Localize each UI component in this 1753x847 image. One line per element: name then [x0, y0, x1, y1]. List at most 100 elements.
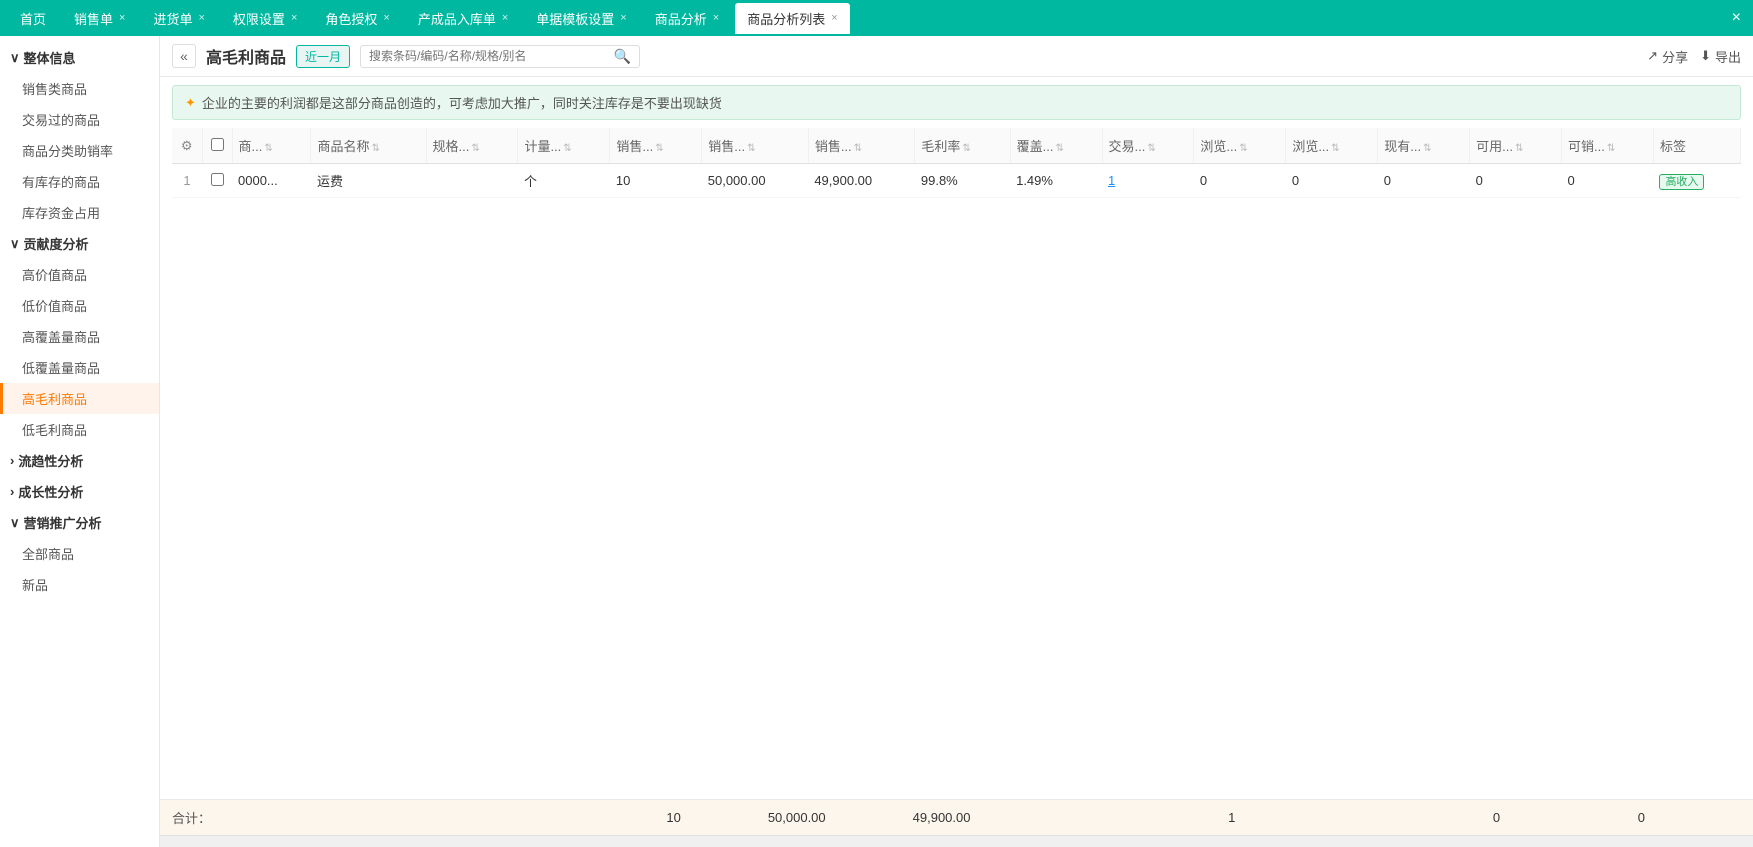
nav-tab-analysis[interactable]: 商品分析 × — [643, 3, 731, 34]
col-unit[interactable]: 计量...⇅ — [518, 128, 610, 164]
nav-tab-label: 商品分析列表 — [747, 9, 825, 28]
nav-tab-label: 首页 — [20, 9, 46, 28]
nav-tab-home[interactable]: 首页 — [8, 3, 58, 34]
sidebar-item-high-coverage[interactable]: 高覆盖量商品 — [0, 321, 159, 352]
row-current-stock: 0 — [1378, 164, 1470, 198]
table-header-row: ⚙ 商...⇅ 商品名称⇅ 规格...⇅ 计量...⇅ 销售...⇅ 销售...… — [172, 128, 1741, 164]
col-code[interactable]: 商...⇅ — [232, 128, 311, 164]
sidebar-group-growth[interactable]: › 成长性分析 — [0, 476, 159, 507]
search-icon[interactable]: 🔍 — [614, 48, 631, 65]
nav-tab-label: 商品分析 — [655, 9, 707, 28]
footer-sales-qty: 10 — [552, 810, 697, 825]
nav-tab-close[interactable]: × — [198, 12, 204, 24]
sidebar-item-high-margin[interactable]: 高毛利商品 — [0, 383, 159, 414]
col-spec[interactable]: 规格...⇅ — [426, 128, 518, 164]
nav-tab-close[interactable]: × — [291, 12, 297, 24]
collapse-sidebar-button[interactable]: « — [172, 44, 196, 68]
sidebar-item-new-goods[interactable]: 新品 — [0, 569, 159, 600]
sidebar-group-contribution[interactable]: ∨ 贡献度分析 — [0, 228, 159, 259]
col-transaction[interactable]: 交易...⇅ — [1102, 128, 1194, 164]
row-browse1: 0 — [1194, 164, 1286, 198]
sidebar: ∨ 整体信息 销售类商品 交易过的商品 商品分类助销率 有库存的商品 库存资金占… — [0, 36, 160, 847]
sidebar-item-all-goods[interactable]: 全部商品 — [0, 538, 159, 569]
sidebar-item-high-value[interactable]: 高价值商品 — [0, 259, 159, 290]
col-browse1[interactable]: 浏览...⇅ — [1194, 128, 1286, 164]
sort-icon: ⇅ — [372, 143, 380, 154]
search-box: 🔍 — [360, 45, 640, 68]
footer-label: 合计： — [172, 808, 252, 827]
nav-tab-role[interactable]: 角色授权 × — [313, 3, 401, 34]
row-checkbox[interactable] — [211, 173, 224, 186]
content-area: « 高毛利商品 近一月 🔍 ↗ 分享 ⬇ 导出 ✦ 企业的主要的利润都是这部 — [160, 36, 1753, 847]
sidebar-item-sales-goods[interactable]: 销售类商品 — [0, 73, 159, 104]
sidebar-item-low-margin[interactable]: 低毛利商品 — [0, 414, 159, 445]
col-current-stock[interactable]: 现有...⇅ — [1378, 128, 1470, 164]
sidebar-group-overview[interactable]: ∨ 整体信息 — [0, 42, 159, 73]
chevron-down-icon: ∨ — [10, 50, 20, 66]
col-sales-qty[interactable]: 销售...⇅ — [610, 128, 702, 164]
sidebar-item-stocked-goods[interactable]: 有库存的商品 — [0, 166, 159, 197]
col-sales-cost[interactable]: 销售...⇅ — [808, 128, 915, 164]
share-label: 分享 — [1662, 47, 1688, 66]
col-available[interactable]: 可用...⇅ — [1470, 128, 1562, 164]
nav-tab-sales[interactable]: 销售单 × — [62, 3, 137, 34]
col-name[interactable]: 商品名称⇅ — [311, 128, 426, 164]
horizontal-scrollbar[interactable] — [160, 835, 1753, 847]
sidebar-item-traded-goods[interactable]: 交易过的商品 — [0, 104, 159, 135]
sidebar-group-marketing[interactable]: ∨ 营销推广分析 — [0, 507, 159, 538]
sidebar-item-label: 低覆盖量商品 — [22, 361, 100, 376]
chevron-right-icon: › — [10, 453, 14, 468]
col-sellable[interactable]: 可销...⇅ — [1562, 128, 1654, 164]
col-sales-amt[interactable]: 销售...⇅ — [702, 128, 809, 164]
nav-tab-template[interactable]: 单据模板设置 × — [524, 3, 638, 34]
nav-tab-close[interactable]: × — [502, 12, 508, 24]
sidebar-group-label: 成长性分析 — [18, 482, 83, 501]
period-filter-button[interactable]: 近一月 — [296, 45, 350, 68]
sidebar-item-label: 低价值商品 — [22, 299, 87, 314]
nav-tab-close[interactable]: × — [831, 12, 837, 24]
sidebar-item-low-coverage[interactable]: 低覆盖量商品 — [0, 352, 159, 383]
col-browse2[interactable]: 浏览...⇅ — [1286, 128, 1378, 164]
share-icon: ↗ — [1647, 48, 1658, 64]
sidebar-item-label: 高毛利商品 — [22, 392, 87, 407]
sidebar-item-label: 全部商品 — [22, 547, 74, 562]
nav-tab-product-instock[interactable]: 产成品入库单 × — [406, 3, 520, 34]
nav-tab-purchase[interactable]: 进货单 × — [141, 3, 216, 34]
col-settings[interactable]: ⚙ — [172, 128, 202, 164]
sidebar-item-stock-capital[interactable]: 库存资金占用 — [0, 197, 159, 228]
row-code: 0000... — [232, 164, 311, 198]
sidebar-group-label: 流趋性分析 — [18, 451, 83, 470]
col-tag[interactable]: 标签 — [1653, 128, 1740, 164]
export-button[interactable]: ⬇ 导出 — [1700, 47, 1741, 66]
nav-tab-close[interactable]: × — [620, 12, 626, 24]
row-transaction: 1 — [1102, 164, 1194, 198]
col-gross-rate[interactable]: 毛利率⇅ — [915, 128, 1010, 164]
sort-icon: ⇅ — [1423, 143, 1431, 154]
main-layout: ∨ 整体信息 销售类商品 交易过的商品 商品分类助销率 有库存的商品 库存资金占… — [0, 36, 1753, 847]
share-button[interactable]: ↗ 分享 — [1647, 47, 1688, 66]
nav-tab-label: 单据模板设置 — [536, 9, 614, 28]
nav-tab-close[interactable]: × — [119, 12, 125, 24]
select-all-checkbox[interactable] — [211, 138, 224, 151]
nav-tab-close[interactable]: × — [713, 12, 719, 24]
sort-icon: ⇅ — [655, 143, 663, 154]
sort-icon: ⇅ — [563, 143, 571, 154]
sidebar-item-label: 高价值商品 — [22, 268, 87, 283]
nav-tab-analysis-list[interactable]: 商品分析列表 × — [735, 3, 849, 34]
search-input[interactable] — [369, 49, 608, 63]
info-icon: ✦ — [185, 95, 196, 111]
nav-tab-permission[interactable]: 权限设置 × — [221, 3, 309, 34]
col-coverage[interactable]: 覆盖...⇅ — [1010, 128, 1102, 164]
header-actions: ↗ 分享 ⬇ 导出 — [1647, 47, 1741, 66]
sort-icon: ⇅ — [1515, 143, 1523, 154]
sidebar-group-trend[interactable]: › 流趋性分析 — [0, 445, 159, 476]
nav-tab-close[interactable]: × — [383, 12, 389, 24]
sidebar-item-low-value[interactable]: 低价值商品 — [0, 290, 159, 321]
close-all-icon[interactable]: × — [1732, 9, 1741, 27]
footer-sales-amt: 50,000.00 — [697, 810, 842, 825]
transaction-link[interactable]: 1 — [1108, 173, 1115, 188]
export-label: 导出 — [1715, 47, 1741, 66]
sidebar-item-label: 库存资金占用 — [22, 206, 100, 221]
nav-tab-label: 进货单 — [153, 9, 192, 28]
sidebar-item-category-rate[interactable]: 商品分类助销率 — [0, 135, 159, 166]
